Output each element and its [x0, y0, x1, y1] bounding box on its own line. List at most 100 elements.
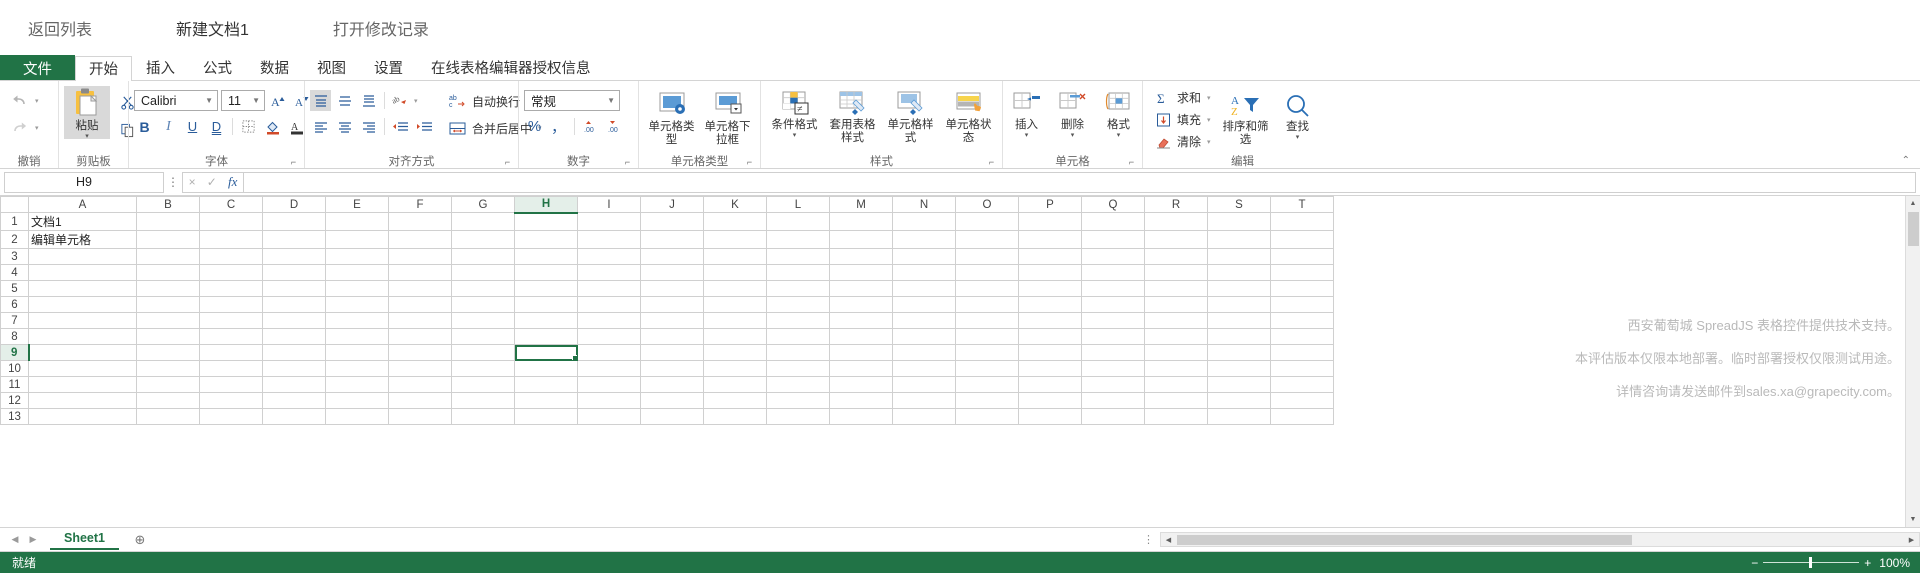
cell-J11[interactable] [640, 376, 704, 393]
row-header-5[interactable]: 5 [0, 280, 29, 297]
cell-C10[interactable] [199, 360, 263, 377]
cell-R3[interactable] [1144, 248, 1208, 265]
zoom-slider[interactable]: − + [1751, 556, 1871, 570]
cell-F7[interactable] [388, 312, 452, 329]
number-dialog-launcher-icon[interactable]: ⌐ [623, 158, 632, 167]
row-header-6[interactable]: 6 [0, 296, 29, 313]
cell-S4[interactable] [1207, 264, 1271, 281]
cell-R13[interactable] [1144, 408, 1208, 425]
cell-C12[interactable] [199, 392, 263, 409]
cell-O12[interactable] [955, 392, 1019, 409]
cell-G13[interactable] [451, 408, 515, 425]
cell-N4[interactable] [892, 264, 956, 281]
column-header-B[interactable]: B [136, 196, 200, 213]
cell-D12[interactable] [262, 392, 326, 409]
row-header-2[interactable]: 2 [0, 230, 29, 249]
cell-N11[interactable] [892, 376, 956, 393]
conditional-format-button[interactable]: ≠ 条件格式 ▾ [766, 88, 824, 139]
cell-C3[interactable] [199, 248, 263, 265]
comma-style-button[interactable]: ， [548, 116, 569, 137]
cell-N3[interactable] [892, 248, 956, 265]
confirm-formula-icon[interactable]: ✓ [207, 175, 217, 189]
percent-style-button[interactable]: % [524, 116, 545, 137]
cell-H8[interactable] [514, 328, 578, 345]
cell-S8[interactable] [1207, 328, 1271, 345]
cell-G8[interactable] [451, 328, 515, 345]
cell-P2[interactable] [1018, 230, 1082, 249]
cell-G11[interactable] [451, 376, 515, 393]
cell-K3[interactable] [703, 248, 767, 265]
cell-L13[interactable] [766, 408, 830, 425]
orientation-caret-icon[interactable]: ▾ [414, 97, 418, 105]
insert-cells-caret-icon[interactable]: ▾ [1025, 132, 1029, 139]
open-revisions-link[interactable]: 打开修改记录 [333, 16, 429, 40]
cell-T13[interactable] [1270, 408, 1334, 425]
cell-A12[interactable] [28, 392, 137, 409]
delete-cells-caret-icon[interactable]: ▾ [1071, 132, 1075, 139]
cell-J13[interactable] [640, 408, 704, 425]
cell-B13[interactable] [136, 408, 200, 425]
column-header-E[interactable]: E [325, 196, 389, 213]
undo-button[interactable]: ▾ [10, 92, 39, 110]
cell-H2[interactable] [514, 230, 578, 249]
cell-D2[interactable] [262, 230, 326, 249]
column-header-A[interactable]: A [28, 196, 137, 213]
align-top-button[interactable] [310, 90, 331, 111]
column-header-D[interactable]: D [262, 196, 326, 213]
undo-caret-icon[interactable]: ▾ [35, 97, 39, 105]
cell-E7[interactable] [325, 312, 389, 329]
cell-F5[interactable] [388, 280, 452, 297]
cell-L11[interactable] [766, 376, 830, 393]
collapse-ribbon-button[interactable]: ⌃ [1902, 155, 1910, 166]
cell-N12[interactable] [892, 392, 956, 409]
tab-home[interactable]: 开始 [75, 56, 132, 81]
zoom-track[interactable] [1763, 557, 1860, 568]
cell-A3[interactable] [28, 248, 137, 265]
cell-A8[interactable] [28, 328, 137, 345]
cell-B4[interactable] [136, 264, 200, 281]
cell-Q9[interactable] [1081, 344, 1145, 361]
sheet-tab-sheet1[interactable]: Sheet1 [50, 529, 119, 550]
cell-G1[interactable] [451, 212, 515, 231]
cell-O10[interactable] [955, 360, 1019, 377]
cell-H11[interactable] [514, 376, 578, 393]
cell-H4[interactable] [514, 264, 578, 281]
cell-A13[interactable] [28, 408, 137, 425]
cell-L6[interactable] [766, 296, 830, 313]
grow-font-button[interactable]: A [268, 90, 289, 111]
row-header-12[interactable]: 12 [0, 392, 29, 409]
cell-M13[interactable] [829, 408, 893, 425]
cell-J1[interactable] [640, 212, 704, 231]
cell-A2[interactable]: 编辑单元格 [28, 230, 137, 249]
borders-button[interactable] [238, 116, 259, 137]
cell-H6[interactable] [514, 296, 578, 313]
tab-formula[interactable]: 公式 [189, 55, 246, 80]
tab-view[interactable]: 视图 [303, 55, 360, 80]
cell-T7[interactable] [1270, 312, 1334, 329]
cell-J10[interactable] [640, 360, 704, 377]
document-title[interactable]: 新建文档1 [176, 16, 249, 40]
insert-function-icon[interactable]: fx [228, 174, 237, 190]
cell-C6[interactable] [199, 296, 263, 313]
cell-F9[interactable] [388, 344, 452, 361]
cell-Q3[interactable] [1081, 248, 1145, 265]
column-header-R[interactable]: R [1144, 196, 1208, 213]
paste-caret-icon[interactable]: ▾ [85, 133, 89, 140]
row-header-8[interactable]: 8 [0, 328, 29, 345]
cell-O8[interactable] [955, 328, 1019, 345]
italic-button[interactable]: I [158, 116, 179, 137]
cell-P7[interactable] [1018, 312, 1082, 329]
cell-type-button[interactable]: 单元格类型 [644, 88, 700, 147]
cell-O1[interactable] [955, 212, 1019, 231]
conditional-format-caret-icon[interactable]: ▾ [793, 132, 797, 139]
cell-A10[interactable] [28, 360, 137, 377]
cell-J6[interactable] [640, 296, 704, 313]
increase-decimal-button[interactable]: .00 [580, 116, 601, 137]
cell-B3[interactable] [136, 248, 200, 265]
cell-T5[interactable] [1270, 280, 1334, 297]
cell-M5[interactable] [829, 280, 893, 297]
number-format-select[interactable]: 常规 ▼ [524, 90, 620, 111]
cell-T12[interactable] [1270, 392, 1334, 409]
cell-D4[interactable] [262, 264, 326, 281]
cell-Q11[interactable] [1081, 376, 1145, 393]
